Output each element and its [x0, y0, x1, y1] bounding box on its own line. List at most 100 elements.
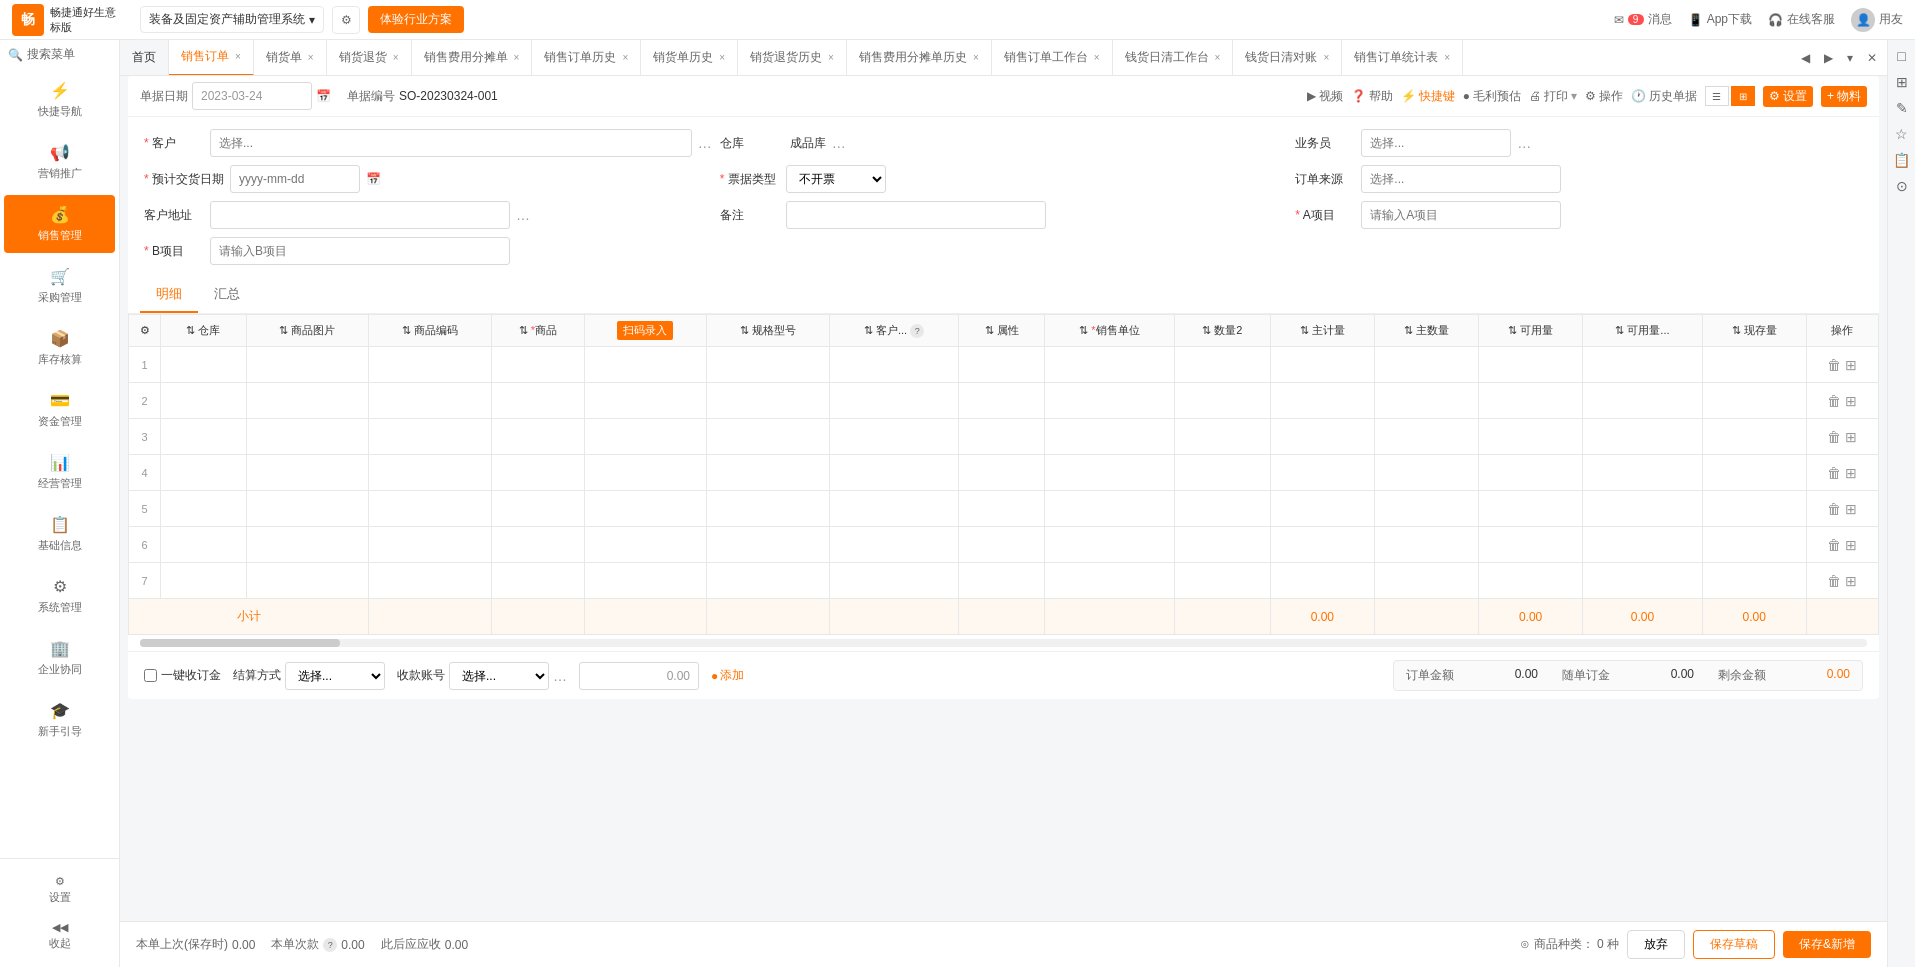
row-3-col-6[interactable] — [707, 419, 830, 455]
row-3-col-2[interactable] — [246, 419, 369, 455]
add-button[interactable]: ● 添加 — [711, 667, 744, 684]
detail-tab-summary[interactable]: 汇总 — [198, 277, 256, 313]
row-5-col-7[interactable] — [829, 491, 959, 527]
row-4-col-13[interactable] — [1479, 455, 1583, 491]
salesperson-expand-btn[interactable]: … — [1517, 135, 1531, 151]
tab-close-return[interactable]: × — [393, 52, 399, 63]
row-5-col-8[interactable] — [959, 491, 1045, 527]
gear-button[interactable]: ⚙ — [332, 6, 360, 34]
row-1-col-15[interactable] — [1702, 347, 1806, 383]
row-6-col-15[interactable] — [1702, 527, 1806, 563]
row-6-col-7[interactable] — [829, 527, 959, 563]
row-1-col-13[interactable] — [1479, 347, 1583, 383]
row-4-col-12[interactable] — [1374, 455, 1478, 491]
row-7-col-11[interactable] — [1270, 563, 1374, 599]
sidebar-collapse[interactable]: ◀◀ 收起 — [0, 913, 119, 959]
row-5-col-3[interactable] — [369, 491, 492, 527]
row-7-col-4[interactable] — [491, 563, 584, 599]
row-7-col-2[interactable] — [246, 563, 369, 599]
row-4-col-8[interactable] — [959, 455, 1045, 491]
tab-close-order-history[interactable]: × — [622, 52, 628, 63]
row-5-col-13[interactable] — [1479, 491, 1583, 527]
row-6-col-1[interactable] — [161, 527, 247, 563]
rs-btn-4[interactable]: ☆ — [1890, 122, 1914, 146]
tab-close-invoice[interactable]: × — [308, 52, 314, 63]
row-6-col-5[interactable] — [584, 527, 706, 563]
message-item[interactable]: ✉ 9 消息 — [1614, 11, 1672, 28]
row-5-col-10[interactable] — [1174, 491, 1270, 527]
sidebar-item-quick-nav[interactable]: ⚡ 快捷导航 — [4, 71, 115, 129]
view-action[interactable]: ▶ 视频 — [1307, 88, 1343, 105]
tab-stats[interactable]: 销售订单统计表 × — [1342, 40, 1463, 76]
row-5-col-5[interactable] — [584, 491, 706, 527]
industry-button[interactable]: 体验行业方案 — [368, 6, 464, 33]
tab-next-button[interactable]: ▶ — [1818, 51, 1839, 65]
row-2-col-15[interactable] — [1702, 383, 1806, 419]
table-scrollbar[interactable] — [140, 639, 1867, 647]
row-1-col-5[interactable] — [584, 347, 706, 383]
row-6-col-3[interactable] — [369, 527, 492, 563]
row-delete-btn[interactable]: 🗑 — [1827, 393, 1841, 409]
row-2-col-9[interactable] — [1045, 383, 1175, 419]
row-7-col-14[interactable] — [1583, 563, 1703, 599]
current-help-icon[interactable]: ? — [323, 938, 337, 952]
row-4-col-7[interactable] — [829, 455, 959, 491]
row-5-col-2[interactable] — [246, 491, 369, 527]
tab-order-history[interactable]: 销售订单历史 × — [532, 40, 641, 76]
row-1-col-6[interactable] — [707, 347, 830, 383]
sidebar-item-guide[interactable]: 🎓 新手引导 — [4, 691, 115, 749]
tab-close-order-workbench[interactable]: × — [1094, 52, 1100, 63]
order-source-input[interactable] — [1361, 165, 1561, 193]
list-view-btn[interactable]: ☰ — [1705, 86, 1729, 106]
salesperson-input[interactable] — [1361, 129, 1511, 157]
row-1-col-1[interactable] — [161, 347, 247, 383]
ops-action[interactable]: ⚙ 操作 — [1585, 88, 1623, 105]
app-download-item[interactable]: 📱 App下载 — [1688, 11, 1752, 28]
row-5-col-15[interactable] — [1702, 491, 1806, 527]
row-7-col-13[interactable] — [1479, 563, 1583, 599]
row-1-col-2[interactable] — [246, 347, 369, 383]
row-copy-btn[interactable]: ⊞ — [1845, 357, 1857, 373]
row-3-col-7[interactable] — [829, 419, 959, 455]
delivery-date-input[interactable] — [230, 165, 360, 193]
row-4-col-2[interactable] — [246, 455, 369, 491]
row-6-col-14[interactable] — [1583, 527, 1703, 563]
settings-action[interactable]: ⚙ 设置 — [1763, 86, 1813, 107]
search-menu-item[interactable]: 🔍 搜索菜单 — [0, 40, 119, 69]
row-4-col-6[interactable] — [707, 455, 830, 491]
row-4-col-11[interactable] — [1270, 455, 1374, 491]
row-3-col-11[interactable] — [1270, 419, 1374, 455]
row-2-col-11[interactable] — [1270, 383, 1374, 419]
row-3-col-9[interactable] — [1045, 419, 1175, 455]
row-7-col-10[interactable] — [1174, 563, 1270, 599]
tab-expense-history[interactable]: 销售费用分摊单历史 × — [847, 40, 992, 76]
row-3-col-8[interactable] — [959, 419, 1045, 455]
row-3-col-4[interactable] — [491, 419, 584, 455]
receipt-account-select[interactable]: 选择... — [449, 662, 549, 690]
amount-input[interactable] — [579, 662, 699, 690]
row-2-col-1[interactable] — [161, 383, 247, 419]
row-2-col-6[interactable] — [707, 383, 830, 419]
row-3-col-3[interactable] — [369, 419, 492, 455]
row-4-col-4[interactable] — [491, 455, 584, 491]
row-delete-btn[interactable]: 🗑 — [1827, 465, 1841, 481]
tab-menu-button[interactable]: ▾ — [1841, 51, 1859, 65]
discard-button[interactable]: 放弃 — [1627, 930, 1685, 959]
row-6-col-6[interactable] — [707, 527, 830, 563]
row-4-col-1[interactable] — [161, 455, 247, 491]
tab-close-expense[interactable]: × — [514, 52, 520, 63]
rs-btn-5[interactable]: 📋 — [1890, 148, 1914, 172]
tab-invoice-history[interactable]: 销货单历史 × — [641, 40, 738, 76]
row-copy-btn[interactable]: ⊞ — [1845, 501, 1857, 517]
tab-sales-return[interactable]: 销货退货 × — [327, 40, 412, 76]
save-draft-button[interactable]: 保存草稿 — [1693, 930, 1775, 959]
row-3-col-10[interactable] — [1174, 419, 1270, 455]
row-delete-btn[interactable]: 🗑 — [1827, 357, 1841, 373]
row-4-col-5[interactable] — [584, 455, 706, 491]
row-copy-btn[interactable]: ⊞ — [1845, 465, 1857, 481]
customer-expand-btn[interactable]: … — [698, 135, 712, 151]
note-input[interactable] — [786, 201, 1046, 229]
tab-close-all-button[interactable]: ✕ — [1861, 51, 1883, 65]
row-5-col-9[interactable] — [1045, 491, 1175, 527]
row-4-col-14[interactable] — [1583, 455, 1703, 491]
